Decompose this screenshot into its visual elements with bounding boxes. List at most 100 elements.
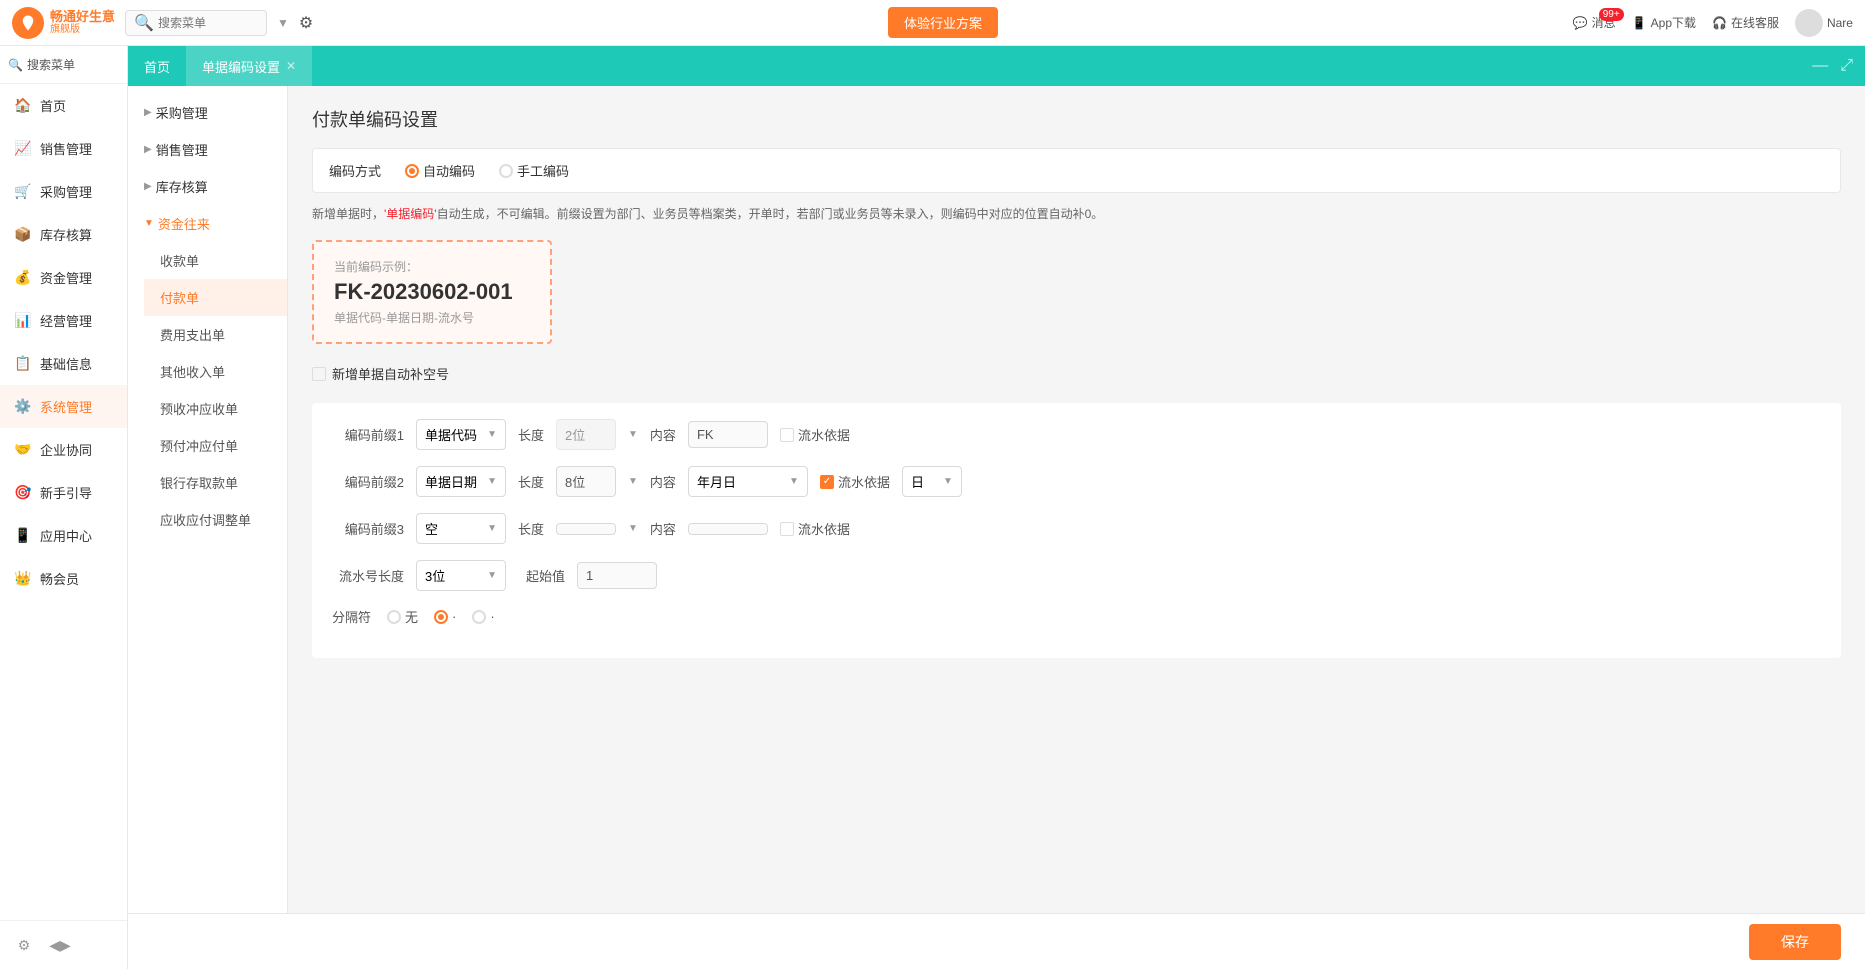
manual-code-radio[interactable]: 手工编码 (499, 161, 569, 180)
tab-home[interactable]: 首页 (128, 46, 186, 86)
user-area[interactable]: Nare (1795, 9, 1853, 37)
sep-other-radio[interactable]: · (472, 609, 494, 624)
sidebar-search-btn[interactable]: 🔍 搜索菜单 (0, 46, 127, 84)
topbar-right: 💬 消息 99+ 📱 App下载 🎧 在线客服 Nare (1573, 9, 1853, 37)
prefix1-stream-checkbox[interactable]: 流水依据 (780, 425, 850, 444)
sidebar-item-operations[interactable]: 📊 经营管理 (0, 299, 127, 342)
settings-icon[interactable]: ⚙ (299, 13, 313, 33)
auto-fill-checkbox[interactable] (312, 367, 326, 381)
sidebar-item-basic[interactable]: 📋 基础信息 (0, 342, 127, 385)
prefix2-stream-unit-select[interactable]: 日 ▼ (902, 466, 962, 497)
auto-code-radio-btn[interactable] (405, 164, 419, 178)
sidebar-item-home[interactable]: 🏠 首页 (0, 84, 127, 127)
prefix1-content-label: 内容 (650, 425, 676, 444)
chevron-right-icon: ▶ (144, 107, 152, 118)
sidebar-item-label: 畅会员 (40, 569, 79, 588)
username-label: Nare (1827, 16, 1853, 30)
prefix1-length-input[interactable]: 2位 (556, 419, 616, 450)
sec-group-sales[interactable]: ▶ 销售管理 (128, 131, 287, 168)
sec-group-label: 采购管理 (156, 103, 208, 122)
experience-button[interactable]: 体验行业方案 (888, 7, 998, 38)
manual-code-radio-btn[interactable] (499, 164, 513, 178)
serial-length-select[interactable]: 3位 ▼ (416, 560, 506, 591)
search-icon-small: 🔍 (8, 58, 23, 72)
sidebar-settings-btn[interactable]: ⚙ (10, 931, 38, 959)
prefix3-stream-checkbox[interactable]: 流水依据 (780, 519, 850, 538)
prefix2-stream-check-btn[interactable]: ✓ (820, 475, 834, 489)
prefix2-content-select[interactable]: 年月日 ▼ (688, 466, 808, 497)
sec-item-payment[interactable]: 付款单 (144, 279, 287, 316)
prefix3-select[interactable]: 空 ▼ (416, 513, 506, 544)
sep-dot-radio[interactable]: · (434, 609, 456, 624)
sidebar-search-label: 搜索菜单 (27, 56, 75, 73)
sec-group-purchase[interactable]: ▶ 采购管理 (128, 94, 287, 131)
prefix2-stream-checkbox[interactable]: ✓ 流水依据 (820, 472, 890, 491)
prefix2-content-label: 内容 (650, 472, 676, 491)
tabs-bar: 首页 单据编码设置 ✕ — ⤢ (128, 46, 1865, 86)
tab-maximize-btn[interactable]: ⤢ (1836, 53, 1857, 79)
prefix1-stream-check-btn[interactable] (780, 428, 794, 442)
sidebar-item-sales[interactable]: 📈 销售管理 (0, 127, 127, 170)
sidebar-item-guide[interactable]: 🎯 新手引导 (0, 471, 127, 514)
member-icon: 👑 (14, 570, 32, 588)
sec-item-receipt[interactable]: 收款单 (144, 242, 287, 279)
sec-item-prepaid-pay[interactable]: 预付冲应付单 (144, 427, 287, 464)
sidebar-item-label: 采购管理 (40, 182, 92, 201)
prefix3-stream-check-btn[interactable] (780, 522, 794, 536)
prefix1-length-chevron-icon: ▼ (628, 429, 638, 440)
messages-button[interactable]: 💬 消息 99+ (1573, 14, 1616, 31)
appcenter-icon: 📱 (14, 527, 32, 545)
prefix3-length-input[interactable] (556, 523, 616, 535)
sidebar-item-label: 资金管理 (40, 268, 92, 287)
prefix1-stream-label: 流水依据 (798, 425, 850, 444)
search-box[interactable]: 🔍 (125, 10, 267, 36)
sidebar-item-purchase[interactable]: 🛒 采购管理 (0, 170, 127, 213)
serial-length-label: 流水号长度 (332, 566, 404, 585)
prefix2-length-input[interactable]: 8位 (556, 466, 616, 497)
prefix3-length-chevron-icon: ▼ (628, 523, 638, 534)
sep-none-radio[interactable]: 无 (387, 607, 418, 626)
sec-item-other-income[interactable]: 其他收入单 (144, 353, 287, 390)
sidebar-item-label: 库存核算 (40, 225, 92, 244)
sidebar-collapse-btn[interactable]: ◀▶ (46, 931, 74, 959)
sidebar-item-enterprise[interactable]: 🤝 企业协同 (0, 428, 127, 471)
sidebar-item-appcenter[interactable]: 📱 应用中心 (0, 514, 127, 557)
save-button[interactable]: 保存 (1749, 924, 1841, 960)
sec-group-capital[interactable]: ▼ 资金往来 (128, 205, 287, 242)
sec-item-bank[interactable]: 银行存取款单 (144, 464, 287, 501)
sidebar-item-inventory[interactable]: 📦 库存核算 (0, 213, 127, 256)
sidebar-item-system[interactable]: ⚙️ 系统管理 (0, 385, 127, 428)
sidebar-item-member[interactable]: 👑 畅会员 (0, 557, 127, 600)
online-service-button[interactable]: 🎧 在线客服 (1712, 14, 1779, 31)
sec-item-label: 收款单 (160, 251, 199, 270)
search-input[interactable] (158, 16, 258, 30)
auto-code-label: 自动编码 (423, 161, 475, 180)
tab-encoding-settings[interactable]: 单据编码设置 ✕ (186, 46, 312, 86)
app-download-button[interactable]: 📱 App下载 (1632, 14, 1696, 31)
tab-home-label: 首页 (144, 57, 170, 76)
auto-fill-label: 新增单据自动补空号 (332, 364, 449, 383)
prefix1-row: 编码前缀1 单据代码 ▼ 长度 2位 ▼ 内容 FK (332, 419, 1821, 450)
sep-other-radio-btn[interactable] (472, 610, 486, 624)
tab-close-icon[interactable]: ✕ (286, 59, 296, 73)
sec-item-label: 预付冲应付单 (160, 436, 238, 455)
sec-group-label: 库存核算 (156, 177, 208, 196)
prefix1-value: 单据代码 (425, 425, 477, 444)
sep-dot-radio-btn[interactable] (434, 610, 448, 624)
sec-group-inventory[interactable]: ▶ 库存核算 (128, 168, 287, 205)
chevron-down-icon[interactable]: ▼ (277, 16, 289, 30)
prefix2-select[interactable]: 单据日期 ▼ (416, 466, 506, 497)
prefix2-chevron-icon: ▼ (487, 476, 497, 487)
prefix2-content-value: 年月日 (697, 472, 736, 491)
prefix2-unit-chevron-icon: ▼ (943, 476, 953, 487)
sidebar-item-label: 新手引导 (40, 483, 92, 502)
sec-item-ar-adjust[interactable]: 应收应付调整单 (144, 501, 287, 538)
sec-item-prepaid-recv[interactable]: 预收冲应收单 (144, 390, 287, 427)
sep-none-radio-btn[interactable] (387, 610, 401, 624)
sec-item-expense[interactable]: 费用支出单 (144, 316, 287, 353)
tab-minimize-btn[interactable]: — (1808, 53, 1832, 79)
start-value-input[interactable]: 1 (577, 562, 657, 589)
auto-code-radio[interactable]: 自动编码 (405, 161, 475, 180)
sidebar-item-finance[interactable]: 💰 资金管理 (0, 256, 127, 299)
prefix1-select[interactable]: 单据代码 ▼ (416, 419, 506, 450)
